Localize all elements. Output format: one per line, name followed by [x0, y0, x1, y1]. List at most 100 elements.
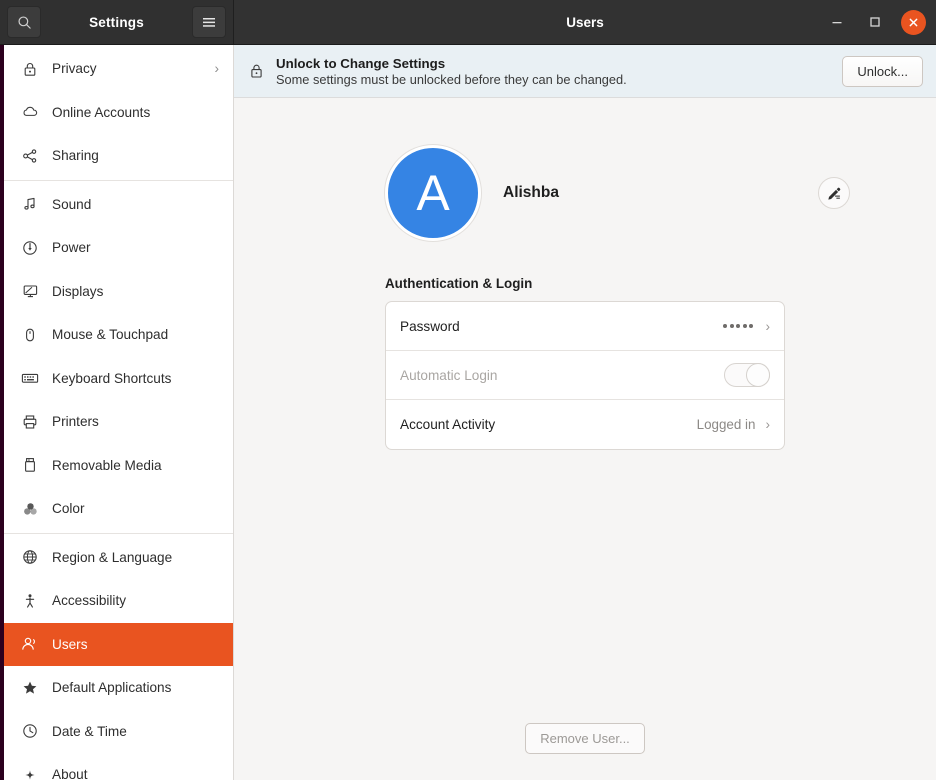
- row-label: Password: [400, 318, 460, 334]
- sidebar-item-label: Privacy: [52, 61, 97, 77]
- main-menu-button[interactable]: [192, 6, 226, 38]
- users-panel: A Alishba Authentication & Login Passwor…: [234, 98, 936, 723]
- clock-icon: [19, 723, 41, 739]
- sidebar-item-label: Default Applications: [52, 680, 172, 696]
- color-icon: [19, 501, 41, 517]
- settings-sidebar[interactable]: Privacy › Online Accounts Sharing Sound …: [0, 45, 234, 780]
- mouse-icon: [19, 327, 41, 343]
- lock-icon: [19, 61, 41, 77]
- sidebar-item-power[interactable]: Power: [4, 226, 233, 270]
- password-dots: [723, 324, 754, 328]
- row-label: Automatic Login: [400, 367, 498, 383]
- row-automatic-login: Automatic Login: [386, 351, 784, 400]
- sidebar-item-accessibility[interactable]: Accessibility: [4, 579, 233, 623]
- sidebar-item-color[interactable]: Color: [4, 487, 233, 531]
- search-icon: [17, 15, 31, 29]
- sound-icon: [19, 196, 41, 212]
- sidebar-item-label: Removable Media: [52, 457, 162, 473]
- main-header: Users: [234, 0, 936, 44]
- search-button[interactable]: [7, 6, 41, 38]
- content-area: Unlock to Change Settings Some settings …: [234, 45, 936, 780]
- sidebar-item-users[interactable]: Users: [4, 622, 233, 666]
- sidebar-item-label: Online Accounts: [52, 104, 151, 120]
- header-bar: Settings Users: [0, 0, 936, 45]
- automatic-login-toggle: [724, 363, 770, 387]
- power-icon: [19, 240, 41, 256]
- user-identity-row: A Alishba: [385, 143, 850, 243]
- lock-icon: [248, 62, 265, 80]
- sidebar-item-sharing[interactable]: Sharing: [4, 134, 233, 178]
- minimize-icon: [832, 22, 842, 24]
- sidebar-item-about[interactable]: About: [4, 753, 233, 780]
- authentication-list: Password › Automatic Login Account Activ…: [385, 301, 785, 450]
- close-button[interactable]: [901, 9, 926, 35]
- sidebar-item-label: Sharing: [52, 148, 99, 164]
- row-account-activity[interactable]: Account Activity Logged in ›: [386, 400, 784, 449]
- sidebar-item-label: Date & Time: [52, 723, 127, 739]
- sidebar-item-region-language[interactable]: Region & Language: [4, 536, 233, 580]
- sidebar-item-displays[interactable]: Displays: [4, 270, 233, 314]
- toggle-knob: [746, 363, 770, 387]
- row-value: Logged in: [696, 417, 756, 432]
- sidebar-item-label: Accessibility: [52, 593, 127, 609]
- banner-title: Unlock to Change Settings: [276, 55, 446, 71]
- panel-footer: Remove User...: [234, 723, 936, 780]
- settings-window: Settings Users Privacy › Online Accounts…: [0, 0, 936, 780]
- close-icon: [909, 18, 918, 26]
- users-icon: [19, 636, 41, 652]
- sidebar-item-label: Sound: [52, 196, 92, 212]
- star-icon: [19, 680, 41, 696]
- sidebar-header: Settings: [0, 0, 234, 44]
- globe-icon: [19, 549, 41, 565]
- display-icon: [19, 283, 41, 299]
- banner-subtitle: Some settings must be unlocked before th…: [276, 71, 627, 87]
- pencil-edit-icon: [827, 187, 840, 200]
- sidebar-separator: [4, 532, 233, 534]
- sidebar-item-date-time[interactable]: Date & Time: [4, 710, 233, 754]
- row-label: Account Activity: [400, 417, 496, 432]
- window-controls: [825, 9, 926, 35]
- user-name: Alishba: [503, 184, 559, 201]
- window-body: Privacy › Online Accounts Sharing Sound …: [0, 45, 936, 780]
- cloud-icon: [19, 104, 41, 120]
- avatar[interactable]: A: [385, 145, 481, 241]
- sidebar-item-label: Keyboard Shortcuts: [52, 370, 172, 386]
- sidebar-item-label: Printers: [52, 414, 99, 430]
- chevron-right-icon: ›: [214, 61, 219, 77]
- row-password[interactable]: Password ›: [386, 302, 784, 351]
- sidebar-item-mouse-touchpad[interactable]: Mouse & Touchpad: [4, 313, 233, 357]
- sidebar-item-label: About: [52, 767, 88, 780]
- minimize-button[interactable]: [825, 10, 849, 34]
- sidebar-item-removable-media[interactable]: Removable Media: [4, 444, 233, 488]
- panel-inner: A Alishba Authentication & Login Passwor…: [385, 143, 850, 450]
- sidebar-item-label: Users: [52, 636, 88, 652]
- sidebar-separator: [4, 179, 233, 181]
- sidebar-title: Settings: [89, 14, 144, 30]
- sidebar-item-label: Color: [52, 501, 85, 517]
- usb-drive-icon: [19, 457, 41, 473]
- section-title-authentication: Authentication & Login: [385, 276, 533, 291]
- sidebar-item-printers[interactable]: Printers: [4, 400, 233, 444]
- keyboard-icon: [19, 370, 41, 386]
- about-icon: [19, 767, 41, 780]
- edit-user-button[interactable]: [818, 177, 850, 209]
- maximize-icon: [870, 17, 880, 27]
- sidebar-item-keyboard-shortcuts[interactable]: Keyboard Shortcuts: [4, 357, 233, 401]
- accessibility-icon: [19, 593, 41, 609]
- sidebar-item-label: Displays: [52, 283, 104, 299]
- maximize-button[interactable]: [863, 10, 887, 34]
- sidebar-item-privacy[interactable]: Privacy ›: [4, 47, 233, 91]
- banner-texts: Unlock to Change Settings Some settings …: [276, 56, 627, 87]
- remove-user-button[interactable]: Remove User...: [525, 723, 645, 754]
- sidebar-item-online-accounts[interactable]: Online Accounts: [4, 91, 233, 135]
- sidebar-item-label: Region & Language: [52, 549, 173, 565]
- chevron-right-icon: ›: [765, 417, 770, 432]
- printer-icon: [19, 414, 41, 430]
- sidebar-item-default-applications[interactable]: Default Applications: [4, 666, 233, 710]
- hamburger-menu-icon: [203, 18, 215, 27]
- unlock-banner: Unlock to Change Settings Some settings …: [234, 45, 936, 98]
- unlock-button[interactable]: Unlock...: [842, 55, 923, 87]
- sidebar-item-label: Mouse & Touchpad: [52, 327, 169, 343]
- chevron-right-icon: ›: [765, 318, 770, 334]
- sidebar-item-sound[interactable]: Sound: [4, 183, 233, 227]
